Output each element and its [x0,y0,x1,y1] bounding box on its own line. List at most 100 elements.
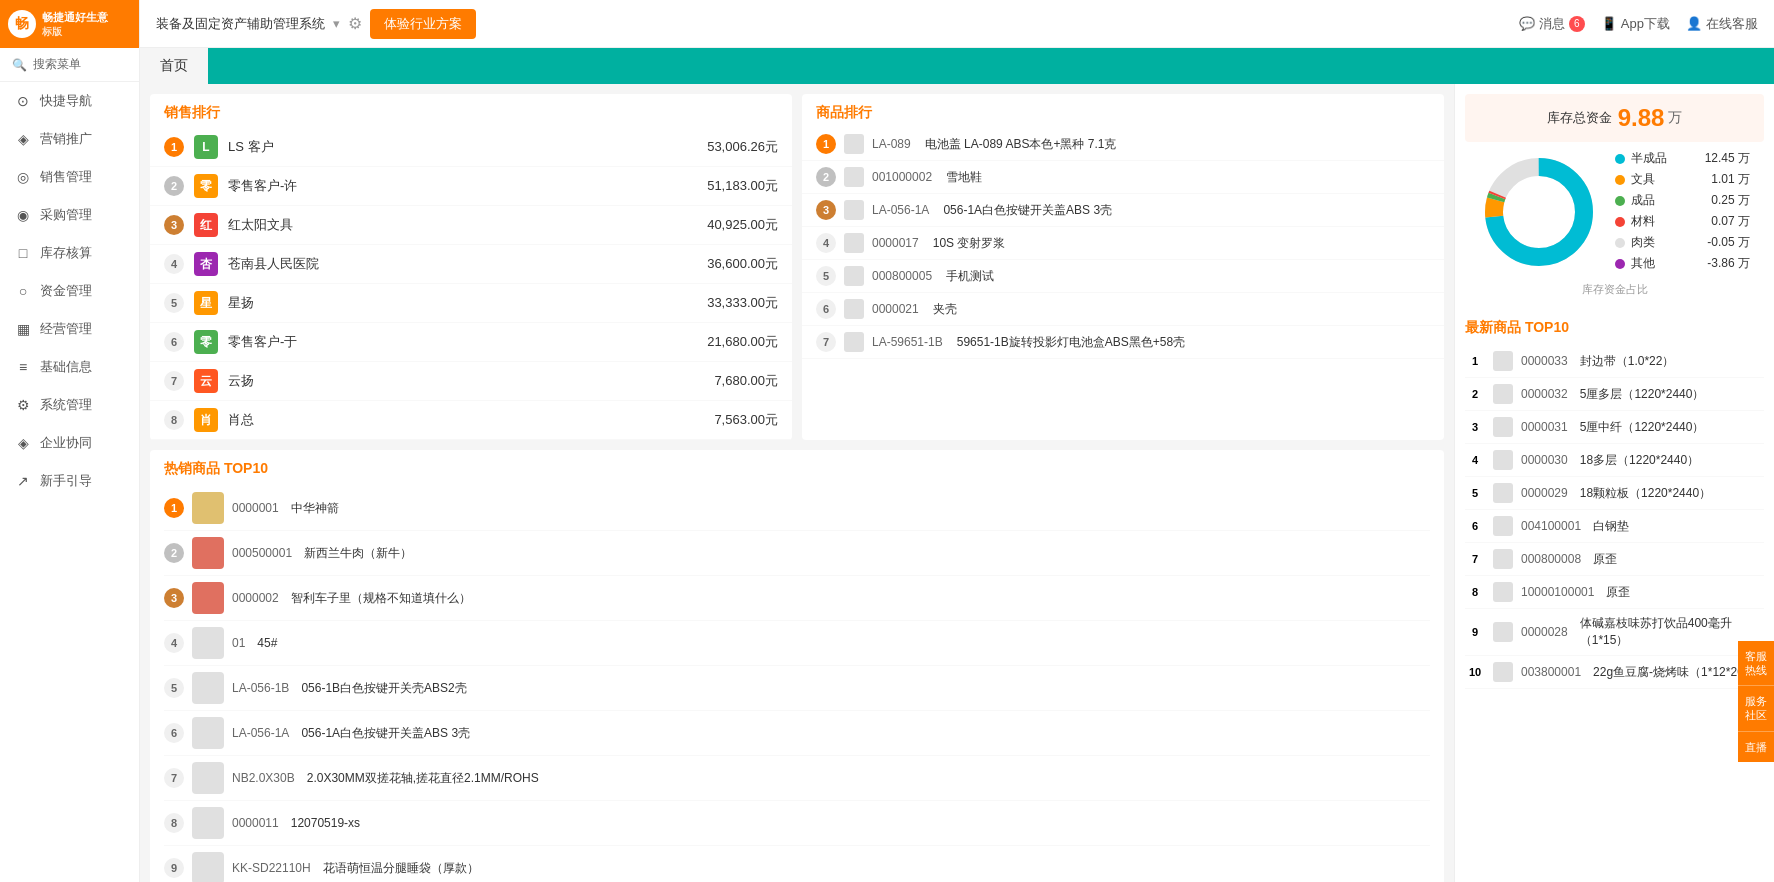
list-item: 5 LA-056-1B 056-1B白色按键开关壳ABS2壳 [164,666,1430,711]
product-code: LA-59651-1B [872,335,943,349]
sales-amount: 33,333.00元 [707,294,778,312]
sidebar-menu: ⊙ 快捷导航 ◈ 营销推广 ◎ 销售管理 ◉ 采购管理 □ 库存核算 ○ 资金管… [0,82,139,882]
avatar: 红 [194,213,218,237]
product-name: 056-1A白色按键开关盖ABS 3壳 [943,202,1430,219]
product-name: 056-1B白色按键开关壳ABS2壳 [301,680,1430,697]
product-name: 中华神箭 [291,500,1430,517]
notification-icon: 💬 [1519,16,1535,31]
sales-ranking-panel: 销售排行 1 L LS 客户 53,006.26元 2 零 零售客户-许 [150,94,792,440]
home-icon: ⊙ [14,92,32,110]
product-image [1493,384,1513,404]
customer-name: LS 客户 [228,138,697,156]
product-code: 000500001 [232,546,292,560]
list-item: 1 0000033 封边带（1.0*22） [1465,345,1764,378]
product-image [192,717,224,749]
app-download[interactable]: 📱 App下载 [1601,15,1670,33]
table-row: 2 001000002 雪地鞋 [802,161,1444,194]
product-code: 001000002 [872,170,932,184]
product-name: 45# [257,636,1430,650]
settings-icon[interactable]: ⚙ [348,14,362,33]
table-row: 7 LA-59651-1B 59651-1B旋转投影灯电池盒ABS黑色+58壳 [802,326,1444,359]
dropdown-arrow-icon[interactable]: ▾ [333,16,340,31]
list-item: 2 0000032 5厘多层（1220*2440） [1465,378,1764,411]
product-code: 0000002 [232,591,279,605]
rank-number: 9 [164,858,184,878]
rank-number: 4 [164,633,184,653]
sales-amount: 7,563.00元 [714,411,778,429]
sidebar-item-purchase[interactable]: ◉ 采购管理 [0,196,139,234]
sidebar-item-operation[interactable]: ▦ 经营管理 [0,310,139,348]
content-right: 库存总资金 9.88 万 [1454,84,1774,882]
product-image [192,762,224,794]
table-row: 8 肖 肖总 7,563.00元 [150,401,792,440]
basic-icon: ≡ [14,358,32,376]
online-service[interactable]: 👤 在线客服 [1686,15,1758,33]
donut-chart [1479,152,1599,275]
sidebar-item-system[interactable]: ⚙ 系统管理 [0,386,139,424]
sidebar-item-cooperation[interactable]: ◈ 企业协同 [0,424,139,462]
table-row: 3 红 红太阳文具 40,925.00元 [150,206,792,245]
rank-number: 4 [164,254,184,274]
product-code: 000800005 [872,269,932,283]
trial-button[interactable]: 体验行业方案 [370,9,476,39]
sidebar-item-basic[interactable]: ≡ 基础信息 [0,348,139,386]
tab-home[interactable]: 首页 [140,48,208,84]
rank-number: 9 [1465,622,1485,642]
cooperation-icon: ◈ [14,434,32,452]
search-menu[interactable]: 🔍 搜索菜单 [0,48,139,82]
sidebar-item-guide[interactable]: ↗ 新手引导 [0,462,139,500]
sales-icon: ◎ [14,168,32,186]
sidebar-item-sales[interactable]: ◎ 销售管理 [0,158,139,196]
product-code: KK-SD22110H [232,861,311,875]
product-image [192,672,224,704]
system-icon: ⚙ [14,396,32,414]
table-row: 6 零 零售客户-于 21,680.00元 [150,323,792,362]
rank-number: 5 [164,678,184,698]
product-name: 雪地鞋 [946,169,1430,186]
product-ranking-title: 商品排行 [802,94,1444,128]
product-image [844,134,864,154]
rank-number: 1 [1465,351,1485,371]
customer-name: 云扬 [228,372,704,390]
notification-area[interactable]: 💬 消息 6 [1519,15,1585,33]
product-code: NB2.0X30B [232,771,295,785]
rank-number: 3 [164,215,184,235]
sidebar-item-marketing[interactable]: ◈ 营销推广 [0,120,139,158]
table-row: 5 000800005 手机测试 [802,260,1444,293]
cs-community-button[interactable]: 服务社区 [1738,685,1774,731]
product-name: 智利车子里（规格不知道填什么） [291,590,1430,607]
avatar: 杏 [194,252,218,276]
product-name: 新西兰牛肉（新牛） [304,545,1430,562]
cs-hotline-button[interactable]: 客服热线 [1738,641,1774,686]
sidebar-item-quick-nav[interactable]: ⊙ 快捷导航 [0,82,139,120]
product-image [1493,549,1513,569]
customer-name: 零售客户-许 [228,177,697,195]
guide-icon: ↗ [14,472,32,490]
rank-number: 6 [164,723,184,743]
list-item: 6 LA-056-1A 056-1A白色按键开关盖ABS 3壳 [164,711,1430,756]
rank-number: 8 [164,410,184,430]
product-code: 0000021 [872,302,919,316]
table-row: 4 杏 苍南县人民医院 36,600.00元 [150,245,792,284]
top-panels: 销售排行 1 L LS 客户 53,006.26元 2 零 零售客户-许 [150,94,1444,440]
hot-sales-list: 1 0000001 中华神箭 2 000500001 新西兰牛肉（新牛） 3 [164,486,1430,882]
cs-livestream-button[interactable]: 直播 [1738,731,1774,762]
sidebar-item-inventory[interactable]: □ 库存核算 [0,234,139,272]
product-ranking-list: 1 LA-089 电池盖 LA-089 ABS本色+黑种 7.1克 2 0010… [802,128,1444,359]
table-row: 1 LA-089 电池盖 LA-089 ABS本色+黑种 7.1克 [802,128,1444,161]
page-content: 销售排行 1 L LS 客户 53,006.26元 2 零 零售客户-许 [140,84,1774,882]
product-name: 59651-1B旋转投影灯电池盒ABS黑色+58壳 [957,334,1430,351]
product-image [1493,483,1513,503]
legend-dot [1615,154,1625,164]
customer-name: 苍南县人民医院 [228,255,697,273]
sales-amount: 36,600.00元 [707,255,778,273]
customer-name: 零售客户-于 [228,333,697,351]
table-row: 7 云 云扬 7,680.00元 [150,362,792,401]
finance-icon: ○ [14,282,32,300]
sidebar-item-finance[interactable]: ○ 资金管理 [0,272,139,310]
legend-dot [1615,217,1625,227]
logo-text: 畅捷通好生意 标版 [42,10,108,37]
product-image [192,492,224,524]
product-code: LA-089 [872,137,911,151]
list-item: 5 0000029 18颗粒板（1220*2440） [1465,477,1764,510]
